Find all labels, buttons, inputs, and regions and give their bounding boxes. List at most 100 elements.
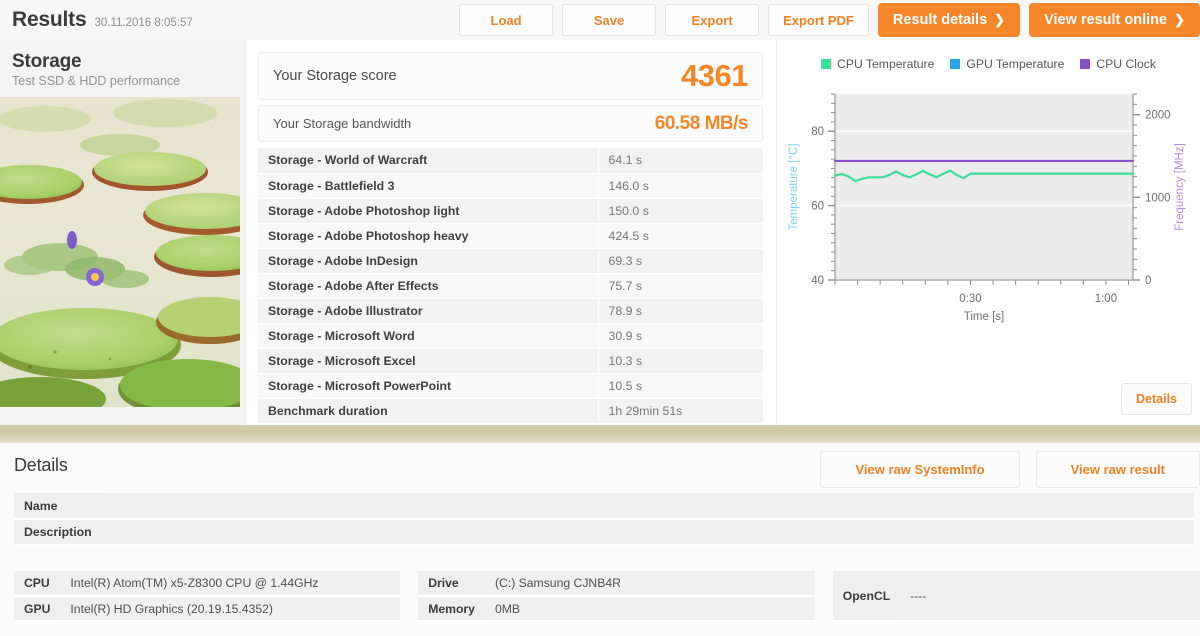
result-value: 10.3 s: [597, 348, 763, 374]
toolbar-buttons: Load Save Export Export PDF Result detai…: [459, 0, 1200, 40]
storage-bandwidth-box: Your Storage bandwidth 60.58 MB/s: [258, 105, 763, 142]
result-value: 10.5 s: [597, 373, 763, 399]
app-root: Results 30.11.2016 8:05:57 Load Save Exp…: [0, 0, 1200, 636]
y2-tick-label: 0: [1145, 275, 1151, 287]
test-subtitle: Test SSD & HDD performance: [12, 74, 181, 88]
chart-legend: CPU Temperature GPU Temperature CPU Clock: [777, 40, 1200, 78]
table-row: Storage - World of Warcraft 64.1 s: [258, 148, 763, 174]
view-result-online-button[interactable]: View result online ❯: [1029, 3, 1200, 37]
table-row: CPU Intel(R) Atom(TM) x5-Z8300 CPU @ 1.4…: [14, 571, 401, 597]
result-value: 1h 29min 51s: [597, 398, 763, 424]
view-result-online-label: View result online: [1044, 12, 1168, 28]
legend-item-cpu-temperature[interactable]: CPU Temperature: [821, 57, 934, 71]
legend-swatch-icon: [1080, 59, 1091, 69]
view-raw-result-button[interactable]: View raw result: [1035, 451, 1200, 488]
result-details-label: Result details: [892, 12, 988, 28]
export-button[interactable]: Export: [665, 4, 760, 36]
table-row: GPU Intel(R) HD Graphics (20.19.15.4352): [14, 596, 401, 622]
result-value: 30.9 s: [597, 323, 763, 349]
table-row: Benchmark duration 1h 29min 51s: [258, 398, 763, 424]
result-name: Storage - Microsoft PowerPoint: [258, 373, 598, 399]
result-value: 78.9 s: [597, 298, 763, 324]
chart-plot-area: 40 60 80 0 1000 2000 0:30 1:00 Time [s] Temperatu…: [777, 80, 1200, 370]
export-pdf-button[interactable]: Export PDF: [768, 4, 869, 36]
legend-label: GPU Temperature: [966, 57, 1065, 71]
storage-score-box: Your Storage score 4361: [258, 52, 763, 100]
table-row: Storage - Battlefield 3 146.0 s: [258, 173, 763, 199]
system-info-column-2: Drive (C:) Samsung CJNB4R Memory 0MB: [418, 571, 815, 622]
result-value: 150.0 s: [597, 198, 763, 224]
system-info-column-3: OpenCL ----: [832, 571, 1200, 622]
table-row: Memory 0MB: [418, 596, 815, 622]
result-name: Benchmark duration: [258, 398, 598, 424]
result-value: 69.3 s: [597, 248, 763, 274]
table-row: Storage - Adobe Photoshop heavy 424.5 s: [258, 223, 763, 249]
storage-bandwidth-value: 60.58 MB/s: [654, 112, 749, 134]
window-background-strip: [0, 425, 1200, 443]
chevron-right-icon: ❯: [1174, 12, 1185, 27]
chevron-right-icon: ❯: [994, 12, 1006, 27]
y-tick-label: 40: [811, 275, 824, 287]
result-name: Storage - Battlefield 3: [258, 173, 598, 199]
result-details-button[interactable]: Result details ❯: [877, 3, 1021, 37]
drive-label: Drive: [418, 571, 485, 597]
storage-score-value: 4361: [681, 58, 748, 93]
table-row: Storage - Adobe Illustrator 78.9 s: [258, 298, 763, 324]
result-name: Storage - Adobe Photoshop light: [258, 198, 598, 224]
x-axis-label: Time [s]: [964, 311, 1004, 323]
details-header: Details View raw SystemInfo View raw res…: [0, 443, 1200, 493]
result-value: 424.5 s: [597, 223, 763, 249]
result-name: Storage - Microsoft Excel: [258, 348, 598, 374]
table-row: Drive (C:) Samsung CJNB4R: [418, 571, 815, 597]
details-title: Details: [14, 455, 68, 475]
x-tick-label: 1:00: [1095, 293, 1117, 305]
view-raw-systeminfo-button[interactable]: View raw SystemInfo: [820, 451, 1020, 488]
results-timestamp: 30.11.2016 8:05:57: [94, 17, 193, 29]
chart-svg: 40 60 80 0 1000 2000 0:30 1:00 Time [s] Temperatu…: [788, 93, 1186, 323]
result-name: Storage - World of Warcraft: [258, 148, 598, 174]
opencl-value: ----: [900, 571, 1200, 622]
y-tick-label: 80: [811, 126, 824, 138]
legend-label: CPU Clock: [1096, 57, 1156, 71]
name-label: Name: [14, 493, 102, 520]
name-field[interactable]: [101, 493, 1194, 520]
result-name: Storage - Adobe Photoshop heavy: [258, 223, 598, 249]
opencl-label: OpenCL: [832, 571, 901, 622]
result-name: Storage - Adobe After Effects: [258, 273, 598, 299]
table-row: Storage - Adobe After Effects 75.7 s: [258, 273, 763, 299]
legend-item-cpu-clock[interactable]: CPU Clock: [1080, 57, 1156, 71]
raw-buttons-group: View raw SystemInfo View raw result: [820, 451, 1200, 488]
gpu-value: Intel(R) HD Graphics (20.19.15.4352): [60, 596, 401, 622]
cpu-value: Intel(R) Atom(TM) x5-Z8300 CPU @ 1.44GHz: [60, 571, 401, 597]
y-tick-label: 60: [811, 201, 824, 213]
table-row: Storage - Microsoft PowerPoint 10.5 s: [258, 373, 763, 399]
legend-label: CPU Temperature: [837, 57, 935, 71]
table-row: Description: [14, 519, 1194, 546]
table-row: Storage - Microsoft Excel 10.3 s: [258, 348, 763, 374]
y-axis-label: Temperature [°C]: [788, 143, 800, 230]
table-row: Storage - Adobe Photoshop light 150.0 s: [258, 198, 763, 224]
page-title: Results: [12, 8, 87, 31]
legend-item-gpu-temperature[interactable]: GPU Temperature: [950, 57, 1064, 71]
description-field[interactable]: [101, 519, 1194, 546]
result-name: Storage - Microsoft Word: [258, 323, 598, 349]
drive-value: (C:) Samsung CJNB4R: [484, 571, 815, 597]
result-name: Storage - Adobe InDesign: [258, 248, 598, 274]
cpu-label: CPU: [14, 571, 61, 597]
score-panel: Your Storage score 4361 Your Storage ban…: [245, 40, 775, 425]
load-button[interactable]: Load: [459, 4, 554, 36]
system-info-grid: CPU Intel(R) Atom(TM) x5-Z8300 CPU @ 1.4…: [14, 571, 1200, 622]
system-info-column-1: CPU Intel(R) Atom(TM) x5-Z8300 CPU @ 1.4…: [14, 571, 401, 622]
storage-bandwidth-label: Your Storage bandwidth: [273, 116, 412, 131]
chart-details-button[interactable]: Details: [1121, 383, 1192, 415]
y2-axis-label: Frequency [MHz]: [1174, 143, 1186, 231]
y2-tick-label: 2000: [1145, 110, 1171, 122]
result-value: 146.0 s: [597, 173, 763, 199]
plot-background: [835, 94, 1133, 280]
table-row: Storage - Adobe InDesign 69.3 s: [258, 248, 763, 274]
legend-swatch-icon: [950, 59, 961, 69]
test-name: Storage: [12, 51, 82, 72]
result-value: 75.7 s: [597, 273, 763, 299]
save-button[interactable]: Save: [562, 4, 657, 36]
